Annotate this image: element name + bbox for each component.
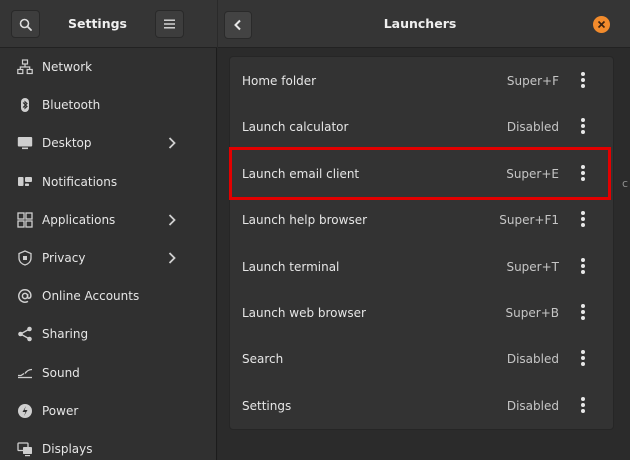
sidebar-item-bluetooth[interactable]: Bluetooth	[0, 86, 217, 124]
chevron-right-icon	[168, 214, 176, 226]
main-panel: Launchers Home folder Super+F Launch cal…	[218, 0, 630, 460]
shortcut-row-home-folder[interactable]: Home folder Super+F	[230, 57, 615, 103]
shortcut-name: Launch help browser	[242, 213, 368, 228]
sidebar-item-desktop[interactable]: Desktop	[0, 124, 217, 162]
power-icon	[17, 403, 33, 419]
chevron-right-icon	[168, 137, 176, 150]
notifications-icon	[17, 174, 33, 190]
sidebar-item-power[interactable]: Power	[0, 392, 217, 430]
menu-button[interactable]	[155, 10, 184, 38]
settings-window: Settings Network Bluetooth Desktop Notif…	[0, 0, 630, 460]
sidebar-item-network[interactable]: Network	[0, 48, 217, 86]
back-button[interactable]	[224, 11, 252, 39]
sidebar-item-label: Online Accounts	[42, 289, 140, 304]
sidebar-list: Network Bluetooth Desktop Notifications …	[0, 48, 217, 460]
shortcut-row-launch-web-browser[interactable]: Launch web browser Super+B	[230, 289, 615, 335]
sound-icon	[17, 365, 33, 381]
shortcut-accel[interactable]: Super+F	[507, 74, 559, 88]
bluetooth-icon	[17, 97, 33, 113]
shortcut-row-search[interactable]: Search Disabled	[230, 335, 615, 381]
sidebar-item-label: Applications	[42, 212, 116, 227]
search-icon	[19, 18, 32, 31]
network-icon	[17, 59, 33, 75]
sidebar-item-label: Desktop	[42, 136, 92, 151]
more-options-icon[interactable]	[576, 303, 590, 321]
shortcut-row-launch-help-browser[interactable]: Launch help browser Super+F1	[230, 196, 615, 242]
shortcut-accel[interactable]: Disabled	[507, 120, 559, 134]
close-icon	[597, 20, 606, 29]
shortcut-name: Launch web browser	[242, 306, 366, 320]
sidebar-item-label: Network	[42, 60, 93, 75]
main-header: Launchers	[218, 0, 630, 48]
more-options-icon[interactable]	[576, 210, 590, 228]
more-options-icon[interactable]	[576, 349, 590, 367]
sidebar-header: Settings	[0, 0, 217, 48]
sidebar-item-label: Privacy	[42, 251, 86, 266]
applications-icon	[17, 212, 33, 228]
shortcut-name: Search	[242, 352, 284, 367]
sidebar-item-displays[interactable]: Displays	[0, 430, 217, 460]
sidebar-item-label: Bluetooth	[42, 98, 101, 113]
desktop-icon	[17, 135, 33, 151]
page-title: Launchers	[383, 16, 457, 31]
shortcut-name: Launch terminal	[242, 259, 340, 274]
sidebar-item-label: Sharing	[42, 327, 89, 342]
highlight-box	[229, 147, 611, 200]
close-button[interactable]	[593, 16, 610, 33]
sidebar-item-applications[interactable]: Applications	[0, 201, 217, 239]
displays-icon	[17, 441, 33, 457]
sidebar-item-sound[interactable]: Sound	[0, 354, 217, 392]
shortcut-accel[interactable]: Super+T	[506, 260, 559, 274]
shortcut-list: Home folder Super+F Launch calculator Di…	[229, 56, 614, 430]
search-button[interactable]	[11, 10, 40, 38]
more-options-icon[interactable]	[576, 71, 590, 89]
more-options-icon[interactable]	[576, 396, 590, 414]
sharing-icon	[17, 326, 33, 342]
shortcut-name: Launch calculator	[242, 120, 349, 135]
sidebar-item-online-accounts[interactable]: Online Accounts	[0, 277, 217, 315]
menu-icon	[164, 19, 175, 29]
shortcut-row-launch-terminal[interactable]: Launch terminal Super+T	[230, 243, 615, 289]
shortcut-accel[interactable]: Super+F1	[499, 213, 559, 227]
chevron-right-icon	[168, 252, 176, 264]
shortcut-accel[interactable]: Disabled	[507, 352, 559, 366]
chevron-left-icon	[234, 19, 241, 31]
sidebar-item-sharing[interactable]: Sharing	[0, 315, 217, 353]
online-accounts-icon	[17, 288, 33, 304]
shortcut-name: Home folder	[242, 74, 317, 88]
shortcut-name: Settings	[242, 398, 292, 413]
shortcut-accel[interactable]: Super+B	[506, 306, 559, 320]
sidebar: Settings Network Bluetooth Desktop Notif…	[0, 0, 217, 460]
shortcut-row-launch-calculator[interactable]: Launch calculator Disabled	[230, 103, 615, 149]
edge-partial-text: c	[622, 177, 629, 190]
sidebar-item-label: Sound	[42, 365, 80, 380]
more-options-icon[interactable]	[576, 257, 590, 275]
sidebar-item-label: Displays	[42, 441, 93, 456]
sidebar-item-notifications[interactable]: Notifications	[0, 163, 217, 201]
shortcut-accel[interactable]: Disabled	[507, 399, 559, 413]
sidebar-item-privacy[interactable]: Privacy	[0, 239, 217, 277]
sidebar-title: Settings	[67, 16, 127, 31]
shortcut-row-settings[interactable]: Settings Disabled	[230, 382, 615, 428]
sidebar-item-label: Notifications	[42, 174, 118, 189]
sidebar-item-label: Power	[42, 403, 79, 418]
privacy-icon	[17, 250, 33, 266]
more-options-icon[interactable]	[576, 117, 590, 135]
